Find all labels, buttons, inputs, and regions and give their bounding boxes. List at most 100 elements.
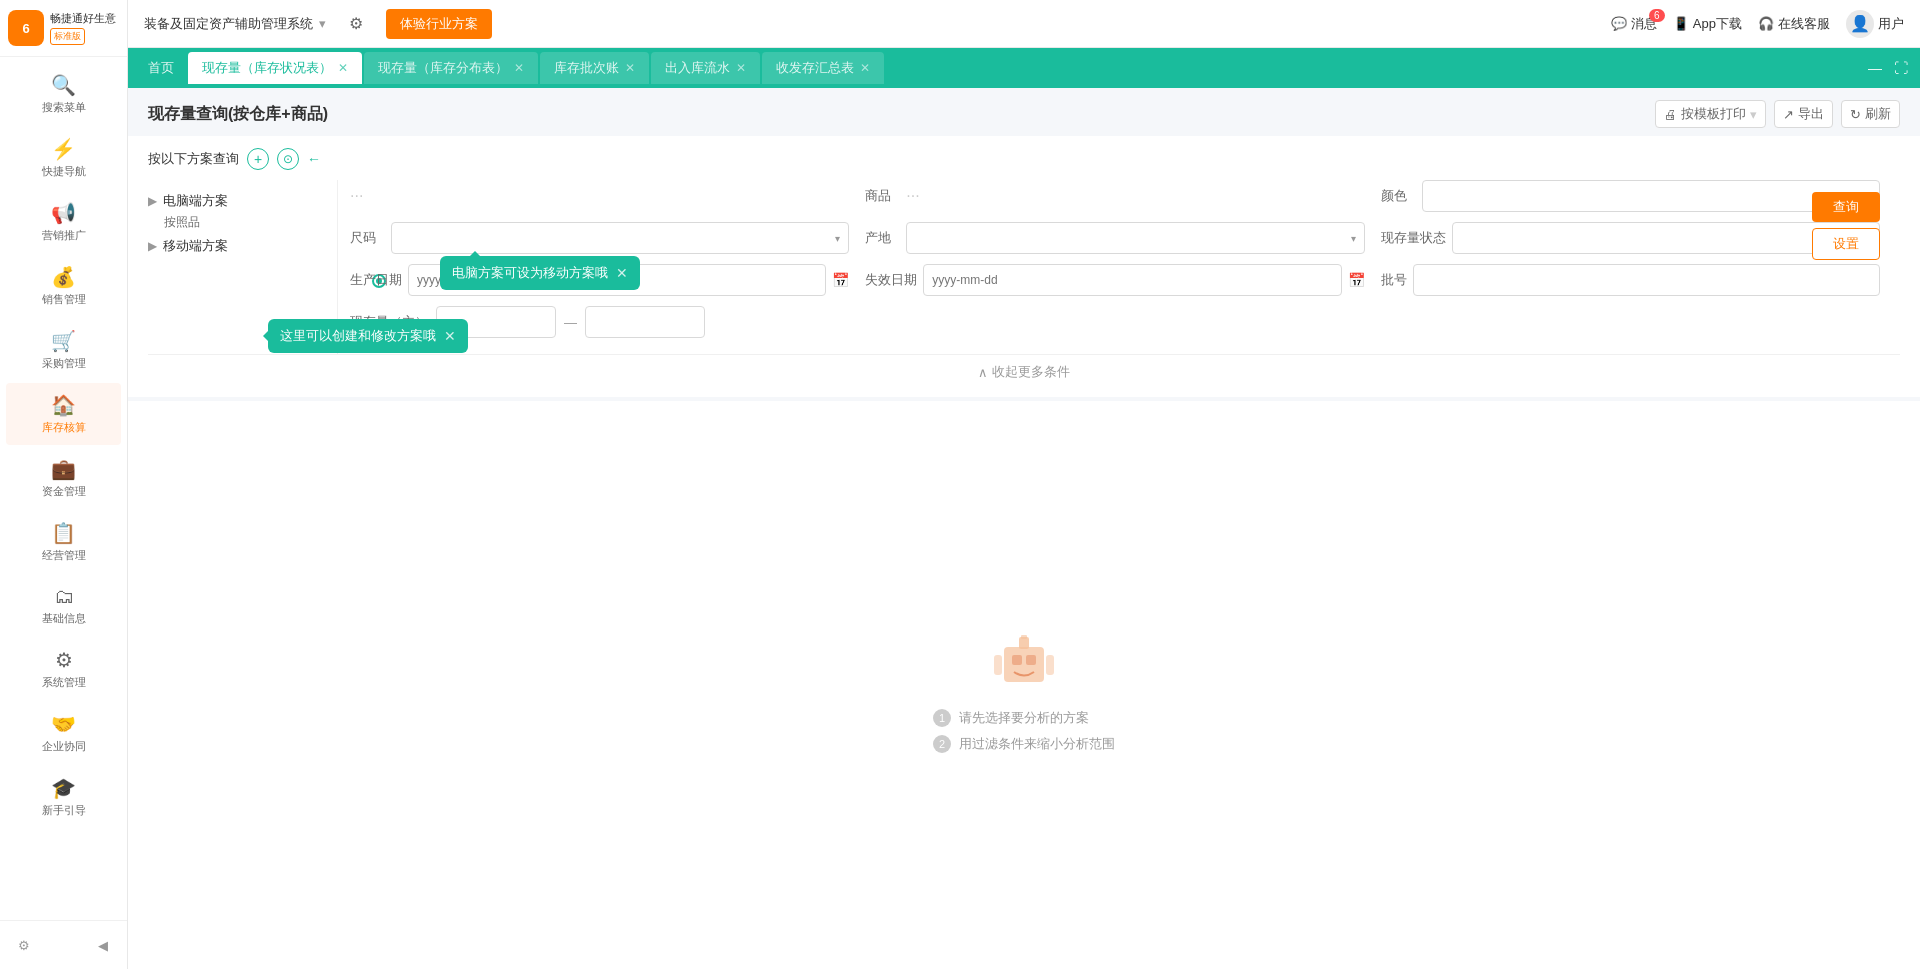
search-button[interactable]: 查询 (1812, 192, 1880, 222)
quicknav-icon: ⚡ (51, 137, 76, 161)
tab-summary-label: 收发存汇总表 (776, 59, 854, 77)
tab-close-inventory-dist[interactable]: ✕ (514, 62, 524, 74)
range-dash: — (564, 315, 577, 330)
online-support-btn[interactable]: 🎧 在线客服 (1758, 15, 1830, 33)
sidebar-item-quicknav-label: 快捷导航 (42, 164, 86, 179)
sidebar-item-marketing[interactable]: 📢 营销推广 (6, 191, 121, 253)
filter-field-goods: 商品 ··· (865, 187, 1364, 205)
expire-date-label: 失效日期 (865, 271, 917, 289)
goods-dots[interactable]: ··· (906, 187, 1364, 205)
tab-minimize-btn[interactable]: — (1864, 56, 1886, 80)
tab-summary[interactable]: 收发存汇总表 ✕ (762, 52, 884, 84)
origin-select[interactable]: ▾ (906, 222, 1364, 254)
tab-inout[interactable]: 出入库流水 ✕ (651, 52, 760, 84)
sidebar-item-enterprise-label: 企业协同 (42, 739, 86, 754)
sidebar-item-search[interactable]: 🔍 搜索菜单 (6, 63, 121, 125)
goods-label: 商品 (865, 187, 900, 205)
filter-field-origin: 产地 ▾ (865, 222, 1364, 254)
sales-icon: 💰 (51, 265, 76, 289)
tab-inout-label: 出入库流水 (665, 59, 730, 77)
batch-no-input[interactable] (1413, 264, 1880, 296)
refresh-btn[interactable]: ↻ 刷新 (1841, 100, 1900, 128)
operations-icon: 📋 (51, 521, 76, 545)
sidebar-item-purchase-label: 采购管理 (42, 356, 86, 371)
size-select[interactable]: ▾ (391, 222, 849, 254)
filter-add-btn[interactable]: + (247, 148, 269, 170)
tab-close-summary[interactable]: ✕ (860, 62, 870, 74)
filter-label: 按以下方案查询 (148, 150, 239, 168)
sidebar-item-operations-label: 经营管理 (42, 548, 86, 563)
stock-qty-max-input[interactable] (585, 306, 705, 338)
chevron-down-icon-2: ▾ (835, 233, 840, 244)
color-label: 颜色 (1381, 187, 1416, 205)
sidebar-item-sales-label: 销售管理 (42, 292, 86, 307)
settings-btn[interactable]: ⚙ (8, 929, 40, 961)
print-btn[interactable]: 🖨 按模板打印 ▾ (1655, 100, 1766, 128)
scheme-item-pc[interactable]: ▶ 电脑端方案 (148, 188, 337, 214)
sidebar-item-finance[interactable]: 💼 资金管理 (6, 447, 121, 509)
settings-gear-btn[interactable]: ⚙ (342, 10, 370, 38)
sidebar-item-basic[interactable]: 🗂 基础信息 (6, 575, 121, 636)
produce-date-label: 生产日期 (350, 271, 402, 289)
filter-copy-btn[interactable]: ⊙ (277, 148, 299, 170)
sidebar-item-purchase[interactable]: 🛒 采购管理 (6, 319, 121, 381)
calendar-icon-1[interactable]: 📅 (832, 272, 849, 288)
filter-field-batch-no: 批号 (1381, 264, 1880, 296)
tooltip1-close-btn[interactable]: ✕ (616, 265, 628, 281)
sidebar-item-guide[interactable]: 🎓 新手引导 (6, 766, 121, 828)
export-btn[interactable]: ↗ 导出 (1774, 100, 1833, 128)
tab-close-inout[interactable]: ✕ (736, 62, 746, 74)
avatar: 👤 (1846, 10, 1874, 38)
scheme-item-mobile[interactable]: ▶ 移动端方案 (148, 233, 337, 259)
user-profile-btn[interactable]: 👤 用户 (1846, 10, 1904, 38)
empty-state: 1 请先选择要分析的方案 2 用过滤条件来缩小分析范围 (128, 401, 1920, 969)
message-btn[interactable]: 💬 消息 6 (1611, 15, 1657, 33)
sidebar-item-inventory[interactable]: 🏠 库存核算 (6, 383, 121, 445)
size-label: 尺码 (350, 229, 385, 247)
tab-maximize-btn[interactable]: ⛶ (1890, 56, 1912, 80)
sidebar-item-guide-label: 新手引导 (42, 803, 86, 818)
sidebar-item-inventory-label: 库存核算 (42, 420, 86, 435)
print-icon: 🖨 (1664, 107, 1677, 122)
filter-row2: 尺码 ▾ 产地 ▾ (350, 222, 1880, 254)
page-title: 现存量查询(按仓库+商品) (148, 104, 328, 125)
tip-num-1: 1 (933, 709, 951, 727)
sidebar-item-system[interactable]: ⚙ 系统管理 (6, 638, 121, 700)
industry-btn[interactable]: 体验行业方案 (386, 9, 492, 39)
empty-tip-2: 2 用过滤条件来缩小分析范围 (933, 735, 1115, 753)
stock-status-label: 现存量状态 (1381, 229, 1446, 247)
tab-inventory-dist[interactable]: 现存量（库存分布表） ✕ (364, 52, 538, 84)
sidebar-item-enterprise[interactable]: 🤝 企业协同 (6, 702, 121, 764)
svg-rect-6 (1046, 655, 1054, 675)
origin-label: 产地 (865, 229, 900, 247)
tab-inventory-status[interactable]: 现存量（库存状况表） ✕ (188, 52, 362, 84)
svg-rect-4 (1021, 635, 1027, 639)
filter-row1: ··· 商品 ··· 颜色 ▾ (350, 180, 1880, 212)
sidebar-item-operations[interactable]: 📋 经营管理 (6, 511, 121, 573)
collapse-bar[interactable]: ∧ 收起更多条件 (148, 354, 1900, 389)
export-icon: ↗ (1783, 107, 1794, 122)
app-download-btn[interactable]: 📱 App下载 (1673, 15, 1742, 33)
tab-batch[interactable]: 库存批次账 ✕ (540, 52, 649, 84)
set-button[interactable]: 设置 (1812, 228, 1880, 260)
collapse-sidebar-btn[interactable]: ◀ (87, 929, 119, 961)
sidebar: 6 畅捷通好生意 标准版 🔍 搜索菜单 ⚡ 快捷导航 📢 营销推广 💰 销售管理… (0, 0, 128, 969)
purchase-icon: 🛒 (51, 329, 76, 353)
calendar-icon-2[interactable]: 📅 (1348, 272, 1365, 288)
headset-icon: 🎧 (1758, 16, 1774, 31)
tab-close-inventory-status[interactable]: ✕ (338, 62, 348, 74)
expire-date-input[interactable] (923, 264, 1341, 296)
sidebar-item-quicknav[interactable]: ⚡ 快捷导航 (6, 127, 121, 189)
search-icon: 🔍 (51, 73, 76, 97)
sidebar-item-sales[interactable]: 💰 销售管理 (6, 255, 121, 317)
tooltip2-close-btn[interactable]: ✕ (444, 328, 456, 344)
app-name: 畅捷通好生意 (50, 11, 116, 26)
filter-right-actions: 查询 设置 (1812, 192, 1880, 260)
tab-inventory-status-label: 现存量（库存状况表） (202, 59, 332, 77)
logo-icon: 6 (8, 10, 44, 46)
tab-close-batch[interactable]: ✕ (625, 62, 635, 74)
system-icon: ⚙ (55, 648, 73, 672)
tab-home[interactable]: 首页 (136, 53, 186, 83)
filter-back-btn[interactable]: ← (307, 151, 321, 167)
field-dots-1[interactable]: ··· (350, 187, 363, 205)
